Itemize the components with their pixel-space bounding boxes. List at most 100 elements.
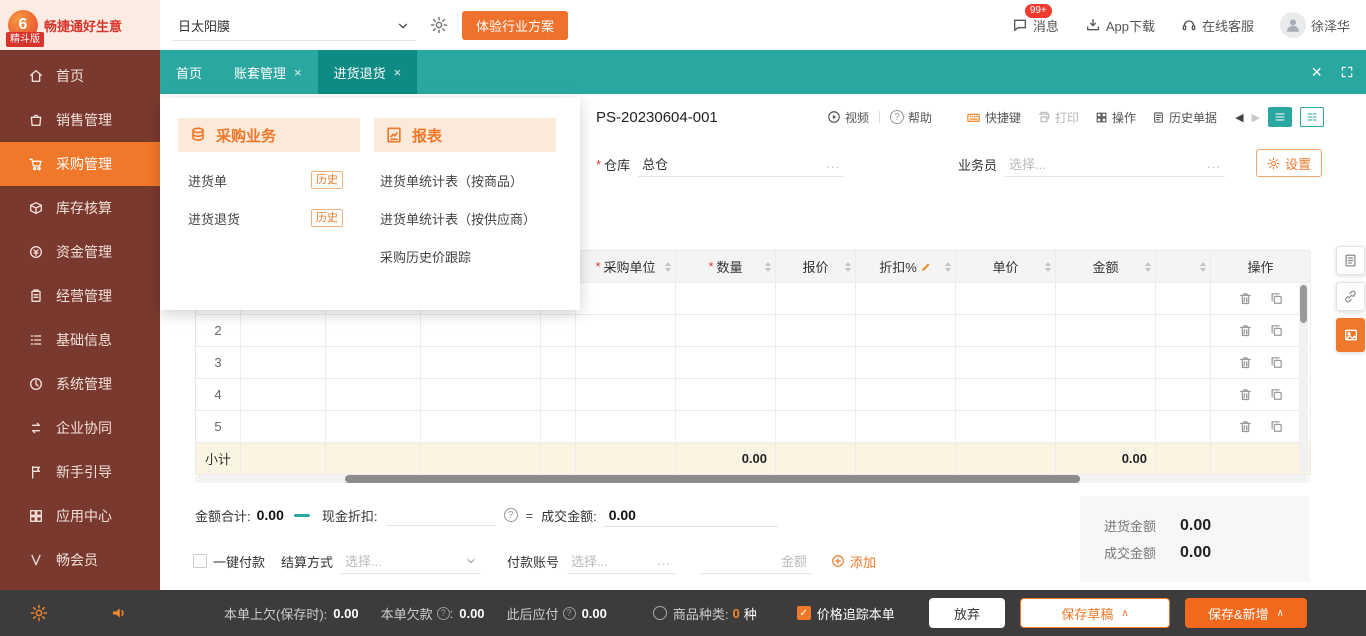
warehouse-input[interactable]: 总仓 <box>638 151 844 177</box>
table-cell[interactable] <box>1056 347 1156 379</box>
payment-amount-input[interactable]: 金额 <box>701 548 811 574</box>
menu-item-stats-by-product[interactable]: 进货单统计表（按商品） <box>380 170 566 190</box>
speaker-icon[interactable] <box>110 604 128 622</box>
price-track-group[interactable]: 价格追踪本单 <box>797 604 895 623</box>
sidebar-item-inventory[interactable]: 库存核算 <box>0 186 160 230</box>
question-circle-icon[interactable] <box>504 508 518 522</box>
cash-discount-input[interactable] <box>386 504 496 526</box>
tab-purchase-return[interactable]: 进货退货 × <box>318 50 418 94</box>
table-cell[interactable] <box>956 283 1056 315</box>
salesman-picker-dots-icon[interactable] <box>1207 156 1221 171</box>
user-menu[interactable]: 徐泽华 <box>1280 12 1350 38</box>
save-and-new-button[interactable]: 保存&新增 <box>1185 598 1307 628</box>
table-cell[interactable] <box>856 379 956 411</box>
link-tool-button[interactable] <box>1336 282 1365 311</box>
table-cell[interactable] <box>1156 411 1211 443</box>
table-cell[interactable] <box>241 347 326 379</box>
horizontal-scrollbar[interactable] <box>195 475 1310 483</box>
image-tool-button[interactable] <box>1336 318 1365 352</box>
table-cell[interactable] <box>676 379 776 411</box>
history-tag[interactable]: 历史 <box>311 171 343 189</box>
view-mode-detail-toggle[interactable] <box>1300 107 1324 127</box>
warehouse-picker-dots-icon[interactable] <box>826 156 840 171</box>
delete-row-icon[interactable] <box>1238 291 1253 306</box>
sidebar-item-guide[interactable]: 新手引导 <box>0 450 160 494</box>
table-cell[interactable] <box>776 283 856 315</box>
sidebar-item-base-info[interactable]: 基础信息 <box>0 318 160 362</box>
salesman-field[interactable]: 业务员 选择... <box>958 151 1225 177</box>
table-cell[interactable] <box>241 411 326 443</box>
delete-row-icon[interactable] <box>1238 323 1253 338</box>
vertical-scrollbar[interactable] <box>1299 283 1308 473</box>
table-cell[interactable] <box>326 347 421 379</box>
col-quote[interactable]: 报价 <box>776 251 856 283</box>
print-button[interactable]: 打印 <box>1037 109 1079 126</box>
delete-row-icon[interactable] <box>1238 419 1253 434</box>
sort-icon[interactable] <box>765 262 771 272</box>
table-cell[interactable] <box>421 315 541 347</box>
table-cell[interactable] <box>326 379 421 411</box>
help-button[interactable]: 帮助 <box>890 109 932 126</box>
table-cell[interactable] <box>956 347 1056 379</box>
table-cell[interactable] <box>326 315 421 347</box>
table-cell[interactable] <box>856 315 956 347</box>
close-tab-icon[interactable]: × <box>394 65 402 80</box>
sidebar-item-system[interactable]: 系统管理 <box>0 362 160 406</box>
col-discount[interactable]: 折扣% <box>856 251 956 283</box>
table-cell[interactable] <box>776 379 856 411</box>
info-circle-icon[interactable] <box>437 607 450 620</box>
copy-row-icon[interactable] <box>1269 387 1284 402</box>
sidebar-item-app-center[interactable]: 应用中心 <box>0 494 160 538</box>
menu-item-price-history[interactable]: 采购历史价跟踪 <box>380 246 566 266</box>
account-set-select[interactable]: 日太阳膜 <box>172 11 416 41</box>
fullscreen-icon[interactable] <box>1340 65 1354 79</box>
video-button[interactable]: 视频 <box>827 109 869 126</box>
price-track-checkbox[interactable] <box>797 606 811 620</box>
sidebar-item-funds[interactable]: 资金管理 <box>0 230 160 274</box>
table-cell[interactable] <box>421 379 541 411</box>
table-cell[interactable] <box>676 347 776 379</box>
delete-row-icon[interactable] <box>1238 387 1253 402</box>
menu-item-stats-by-supplier[interactable]: 进货单统计表（按供应商） <box>380 208 566 228</box>
info-circle-icon[interactable] <box>563 607 576 620</box>
menu-item-purchase-return[interactable]: 进货退货 历史 <box>188 208 343 228</box>
tab-home[interactable]: 首页 <box>160 50 218 94</box>
settings-gear-icon[interactable] <box>30 604 48 622</box>
horizontal-scrollbar-thumb[interactable] <box>345 475 1080 483</box>
table-cell[interactable] <box>856 283 956 315</box>
table-cell[interactable] <box>541 411 576 443</box>
col-amount[interactable]: 金额 <box>1056 251 1156 283</box>
close-all-icon[interactable]: × <box>1311 63 1322 81</box>
table-cell[interactable] <box>576 347 676 379</box>
sort-icon[interactable] <box>1200 262 1206 272</box>
sort-icon[interactable] <box>665 262 671 272</box>
salesman-input[interactable]: 选择... <box>1005 151 1225 177</box>
note-tool-button[interactable] <box>1336 246 1365 275</box>
col-unit-price[interactable]: 单价 <box>956 251 1056 283</box>
col-quantity[interactable]: *数量 <box>676 251 776 283</box>
table-cell[interactable] <box>1156 283 1211 315</box>
table-cell[interactable] <box>1156 347 1211 379</box>
sidebar-item-collaboration[interactable]: 企业协同 <box>0 406 160 450</box>
table-cell[interactable] <box>856 347 956 379</box>
copy-row-icon[interactable] <box>1269 355 1284 370</box>
add-payment-button[interactable]: 添加 <box>831 552 876 571</box>
table-cell[interactable] <box>241 315 326 347</box>
sidebar-item-sales[interactable]: 销售管理 <box>0 98 160 142</box>
table-cell[interactable] <box>1156 379 1211 411</box>
table-cell[interactable] <box>1056 283 1156 315</box>
table-cell[interactable] <box>1056 411 1156 443</box>
table-cell[interactable] <box>541 347 576 379</box>
warehouse-field[interactable]: * 仓库 总仓 <box>596 151 844 177</box>
settle-method-select[interactable]: 选择... <box>341 548 481 574</box>
copy-row-icon[interactable] <box>1269 419 1284 434</box>
table-cell[interactable] <box>776 315 856 347</box>
table-cell[interactable] <box>676 411 776 443</box>
table-cell[interactable] <box>421 411 541 443</box>
sort-icon[interactable] <box>945 262 951 272</box>
one-click-pay-checkbox[interactable] <box>193 554 207 568</box>
account-settings-gear-icon[interactable] <box>430 16 448 34</box>
tab-account-management[interactable]: 账套管理 × <box>218 50 318 94</box>
table-cell[interactable] <box>1056 315 1156 347</box>
online-service-button[interactable]: 在线客服 <box>1181 16 1254 35</box>
